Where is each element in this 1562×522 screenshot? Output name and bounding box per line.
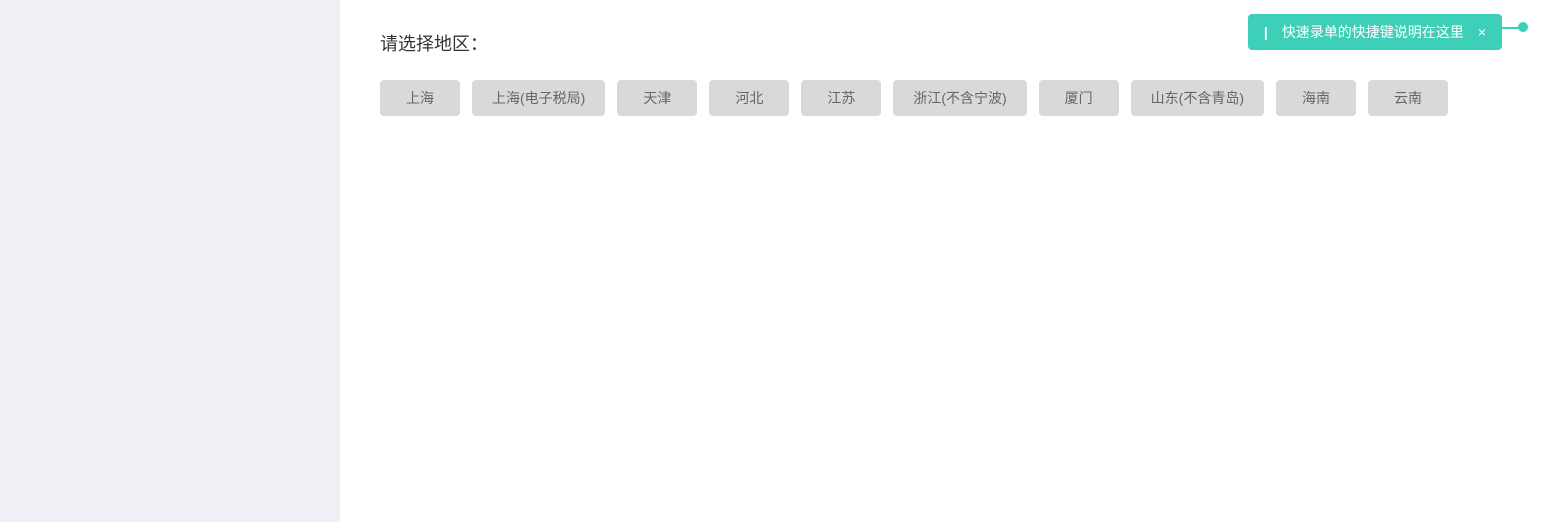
region-buttons: 上海上海(电子税局) 天津河北江苏浙江(不含宁波) 厦门 山东(不含青岛) 海南云南: [380, 80, 1522, 128]
region-btn-jiangsu[interactable]: 江苏: [801, 80, 881, 116]
region-btn-hainan[interactable]: 海南: [1276, 80, 1356, 116]
region-row-1: 上海上海(电子税局) 天津河北江苏浙江(不含宁波) 厦门: [380, 80, 1119, 116]
region-btn-shandong[interactable]: 山东(不含青岛): [1131, 80, 1264, 116]
tooltip-bar: 快速录单的快捷键说明在这里 ×: [1248, 14, 1502, 50]
region-btn-yunnan[interactable]: 云南: [1368, 80, 1448, 116]
main-content: 请选择地区： 上海上海(电子税局)天津河北江苏浙江(不含宁波)厦门 山东(不含青…: [340, 0, 1562, 522]
region-btn-zhejiang[interactable]: 浙江(不含宁波): [893, 80, 1026, 116]
tooltip-text: 快速录单的快捷键说明在这里: [1282, 22, 1464, 42]
tooltip-dot: [1518, 22, 1528, 32]
region-btn-tianjin[interactable]: 天津: [617, 80, 697, 116]
tooltip-close-button[interactable]: ×: [1478, 24, 1486, 40]
region-row-2: 山东(不含青岛) 海南云南: [1131, 80, 1448, 116]
region-btn-shanghai[interactable]: 上海: [380, 80, 460, 116]
left-sidebar: [0, 0, 340, 522]
region-btn-shanghai-etax[interactable]: 上海(电子税局): [472, 80, 605, 116]
region-btn-hebei[interactable]: 河北: [709, 80, 789, 116]
region-btn-xiamen[interactable]: 厦门: [1039, 80, 1119, 116]
